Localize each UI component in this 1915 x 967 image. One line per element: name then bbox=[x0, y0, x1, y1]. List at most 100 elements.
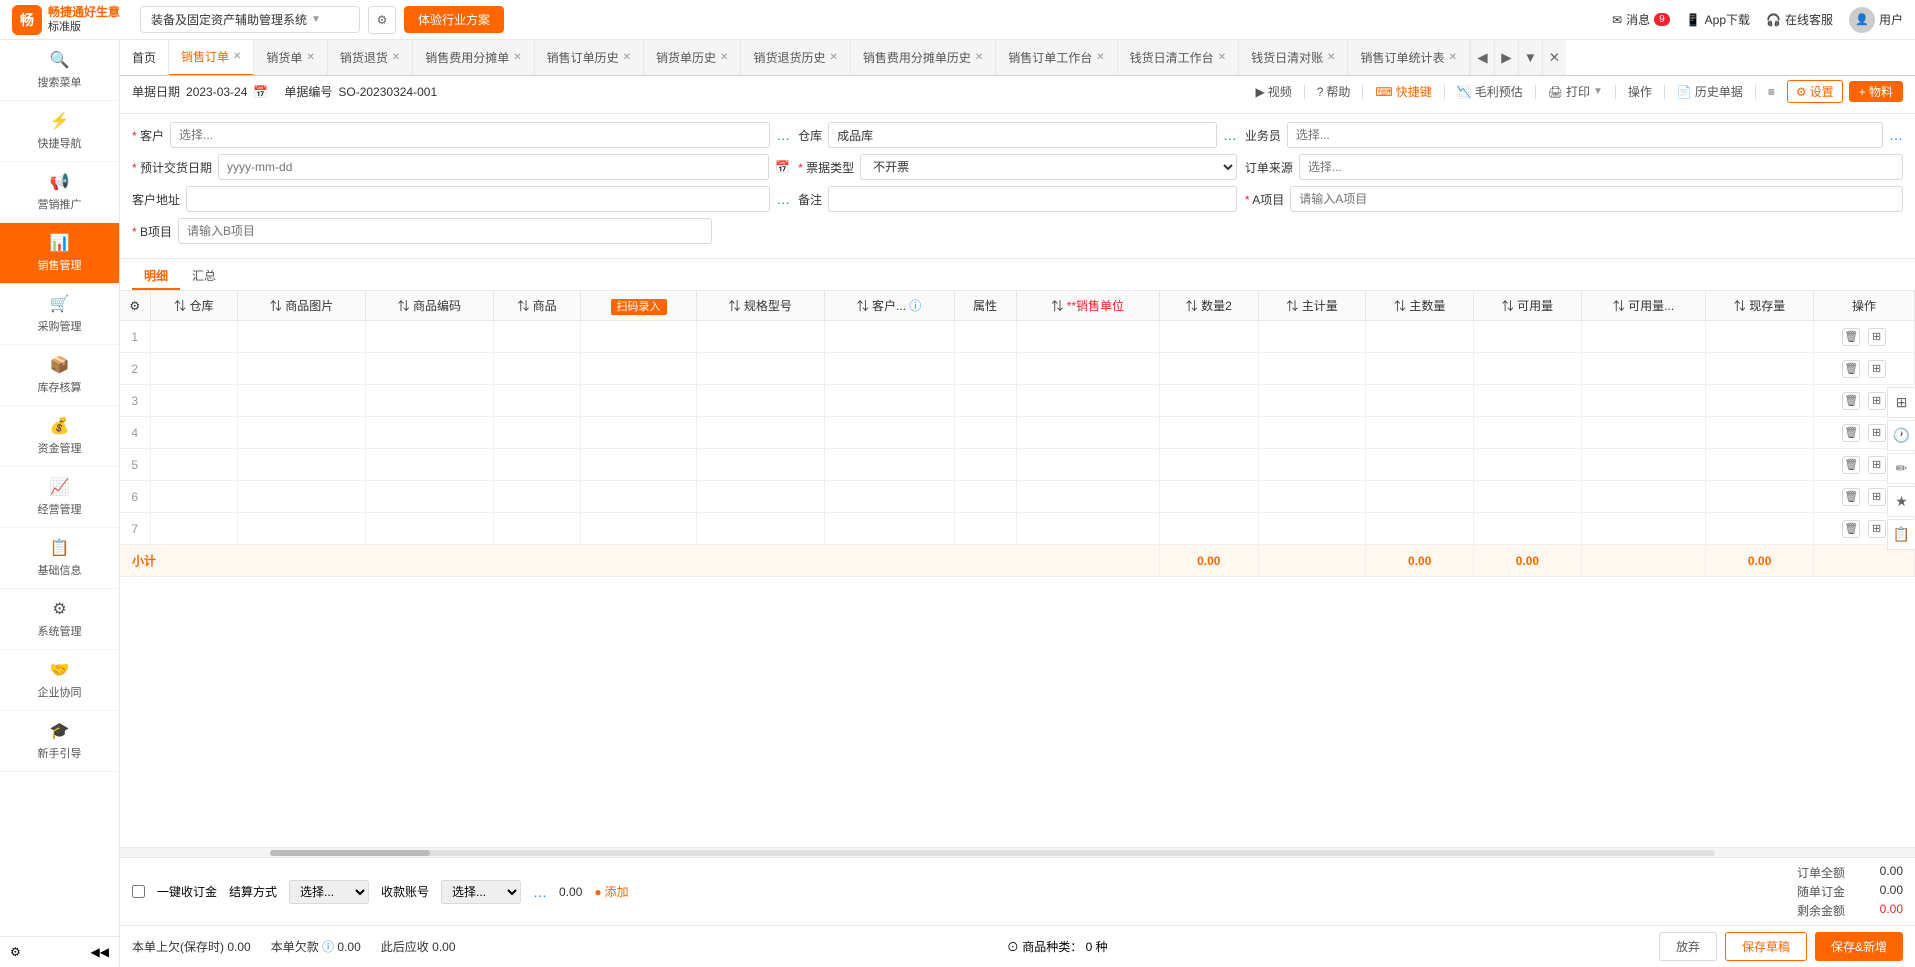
cell-product-image[interactable] bbox=[238, 353, 366, 385]
cell-warehouse[interactable] bbox=[150, 353, 238, 385]
cell-sales-unit[interactable] bbox=[1016, 321, 1159, 353]
payment-method-select[interactable]: 选择... bbox=[289, 880, 369, 904]
profit-estimate-button[interactable]: 📉 毛利预估 bbox=[1451, 81, 1529, 102]
cell-warehouse[interactable] bbox=[150, 385, 238, 417]
cell-available[interactable] bbox=[1474, 481, 1582, 513]
cell-warehouse[interactable] bbox=[150, 513, 238, 545]
warehouse-more-icon[interactable]: … bbox=[1223, 127, 1237, 143]
delete-row-button[interactable]: 🗑 bbox=[1842, 520, 1860, 538]
cell-qty2[interactable] bbox=[1159, 321, 1258, 353]
cell-attrs[interactable] bbox=[954, 449, 1016, 481]
sidebar-item-finance[interactable]: 💰 资金管理 bbox=[0, 406, 119, 467]
col-quantity2[interactable]: ⇅ 数量2 bbox=[1159, 291, 1258, 321]
cell-available[interactable] bbox=[1474, 513, 1582, 545]
industry-solution-button[interactable]: 体验行业方案 bbox=[404, 6, 504, 33]
copy-row-button[interactable]: ⊞ bbox=[1868, 424, 1886, 442]
cell-qty2[interactable] bbox=[1159, 385, 1258, 417]
col-sales-unit[interactable]: ⇅ **销售单位 bbox=[1016, 291, 1159, 321]
cell-scan[interactable] bbox=[581, 353, 696, 385]
a-project-input[interactable] bbox=[1290, 186, 1903, 212]
tab-close-all-button[interactable]: ✕ bbox=[1542, 40, 1566, 76]
close-tab-icon[interactable]: ✕ bbox=[1327, 52, 1335, 63]
invoice-select[interactable]: 不开票 bbox=[860, 154, 1237, 180]
sidebar-item-sales[interactable]: 📊 销售管理 bbox=[0, 223, 119, 284]
shortcut-button[interactable]: ⌨ 快捷键 bbox=[1369, 81, 1437, 102]
tab-order-stats[interactable]: 销售订单统计表 ✕ bbox=[1348, 40, 1469, 76]
cell-scan[interactable] bbox=[581, 321, 696, 353]
copy-row-button[interactable]: ⊞ bbox=[1868, 392, 1886, 410]
cell-product-image[interactable] bbox=[238, 513, 366, 545]
cell-available[interactable] bbox=[1474, 385, 1582, 417]
cell-product[interactable] bbox=[493, 353, 581, 385]
sidebar-item-cooperation[interactable]: 🤝 企业协同 bbox=[0, 650, 119, 711]
cell-warehouse[interactable] bbox=[150, 449, 238, 481]
print-button[interactable]: 🖨 打印 ▼ bbox=[1542, 81, 1609, 102]
copy-row-button[interactable]: ⊞ bbox=[1868, 328, 1886, 346]
tab-sales-expense[interactable]: 销售费用分摊单 ✕ bbox=[413, 40, 534, 76]
cell-stock[interactable] bbox=[1706, 321, 1814, 353]
cell-product-image[interactable] bbox=[238, 385, 366, 417]
cell-main-qty[interactable] bbox=[1366, 321, 1474, 353]
cell-scan[interactable] bbox=[581, 449, 696, 481]
delete-row-button[interactable]: 🗑 bbox=[1842, 424, 1860, 442]
float-star-button[interactable]: ★ bbox=[1887, 486, 1915, 517]
tab-expense-history[interactable]: 销售费用分摊单历史 ✕ bbox=[851, 40, 996, 76]
cell-stock[interactable] bbox=[1706, 513, 1814, 545]
cell-main-unit[interactable] bbox=[1258, 417, 1366, 449]
cell-attrs[interactable] bbox=[954, 417, 1016, 449]
cell-product-code[interactable] bbox=[365, 417, 493, 449]
col-spec[interactable]: ⇅ 规格型号 bbox=[696, 291, 824, 321]
close-tab-icon[interactable]: ✕ bbox=[306, 52, 314, 63]
cell-product-image[interactable] bbox=[238, 321, 366, 353]
cell-spec[interactable] bbox=[696, 513, 824, 545]
delivery-date-input[interactable] bbox=[218, 154, 769, 180]
tab-menu-button[interactable]: ▼ bbox=[1518, 40, 1542, 76]
tab-next-button[interactable]: ▶ bbox=[1494, 40, 1518, 76]
tab-order-workspace[interactable]: 销售订单工作台 ✕ bbox=[996, 40, 1117, 76]
cell-qty2[interactable] bbox=[1159, 353, 1258, 385]
cell-customer-code[interactable] bbox=[824, 417, 954, 449]
sidebar-item-basic-info[interactable]: 📋 基础信息 bbox=[0, 528, 119, 589]
close-tab-icon[interactable]: ✕ bbox=[1096, 52, 1104, 63]
cell-customer-code[interactable] bbox=[824, 321, 954, 353]
sidebar-item-purchase[interactable]: 🛒 采购管理 bbox=[0, 284, 119, 345]
add-material-button[interactable]: + 物料 bbox=[1849, 81, 1903, 102]
cell-sales-unit[interactable] bbox=[1016, 385, 1159, 417]
account-select[interactable]: 选择... bbox=[441, 880, 521, 904]
close-tab-icon[interactable]: ✕ bbox=[975, 52, 983, 63]
cell-qty2[interactable] bbox=[1159, 481, 1258, 513]
copy-row-button[interactable]: ⊞ bbox=[1868, 488, 1886, 506]
cell-sales-unit[interactable] bbox=[1016, 481, 1159, 513]
cell-product-code[interactable] bbox=[365, 321, 493, 353]
cell-warehouse[interactable] bbox=[150, 417, 238, 449]
customer-input[interactable] bbox=[170, 122, 770, 148]
user-menu-button[interactable]: 👤 用户 bbox=[1849, 7, 1903, 33]
col-warehouse[interactable]: ⇅ 仓库 bbox=[150, 291, 238, 321]
cell-spec[interactable] bbox=[696, 321, 824, 353]
cell-stock[interactable] bbox=[1706, 385, 1814, 417]
cell-customer-code[interactable] bbox=[824, 449, 954, 481]
cell-stock[interactable] bbox=[1706, 353, 1814, 385]
scroll-thumb[interactable] bbox=[270, 850, 430, 856]
customer-more-icon[interactable]: … bbox=[776, 127, 790, 143]
sidebar-item-guide[interactable]: 🎓 新手引导 bbox=[0, 711, 119, 772]
cell-available[interactable] bbox=[1474, 417, 1582, 449]
discard-button[interactable]: 放弃 bbox=[1659, 932, 1717, 961]
cell-sales-unit[interactable] bbox=[1016, 513, 1159, 545]
tab-sales-invoice[interactable]: 销货单 ✕ bbox=[254, 40, 327, 76]
settings-gear-button[interactable]: ⚙ bbox=[368, 6, 396, 34]
history-button[interactable]: 📄 历史单据 bbox=[1671, 81, 1749, 102]
layout-button[interactable]: ≡ bbox=[1762, 83, 1781, 101]
save-new-button[interactable]: 保存&新增 bbox=[1815, 932, 1903, 961]
cell-main-unit[interactable] bbox=[1258, 321, 1366, 353]
col-main-unit[interactable]: ⇅ 主计量 bbox=[1258, 291, 1366, 321]
tab-detail[interactable]: 明细 bbox=[132, 263, 180, 290]
cell-attrs[interactable] bbox=[954, 481, 1016, 513]
cell-product-code[interactable] bbox=[365, 481, 493, 513]
horizontal-scrollbar[interactable] bbox=[270, 850, 1715, 856]
col-main-qty[interactable]: ⇅ 主数量 bbox=[1366, 291, 1474, 321]
cell-scan[interactable] bbox=[581, 481, 696, 513]
close-tab-icon[interactable]: ✕ bbox=[829, 52, 837, 63]
cell-attrs[interactable] bbox=[954, 353, 1016, 385]
col-available2[interactable]: ⇅ 可用量... bbox=[1581, 291, 1705, 321]
